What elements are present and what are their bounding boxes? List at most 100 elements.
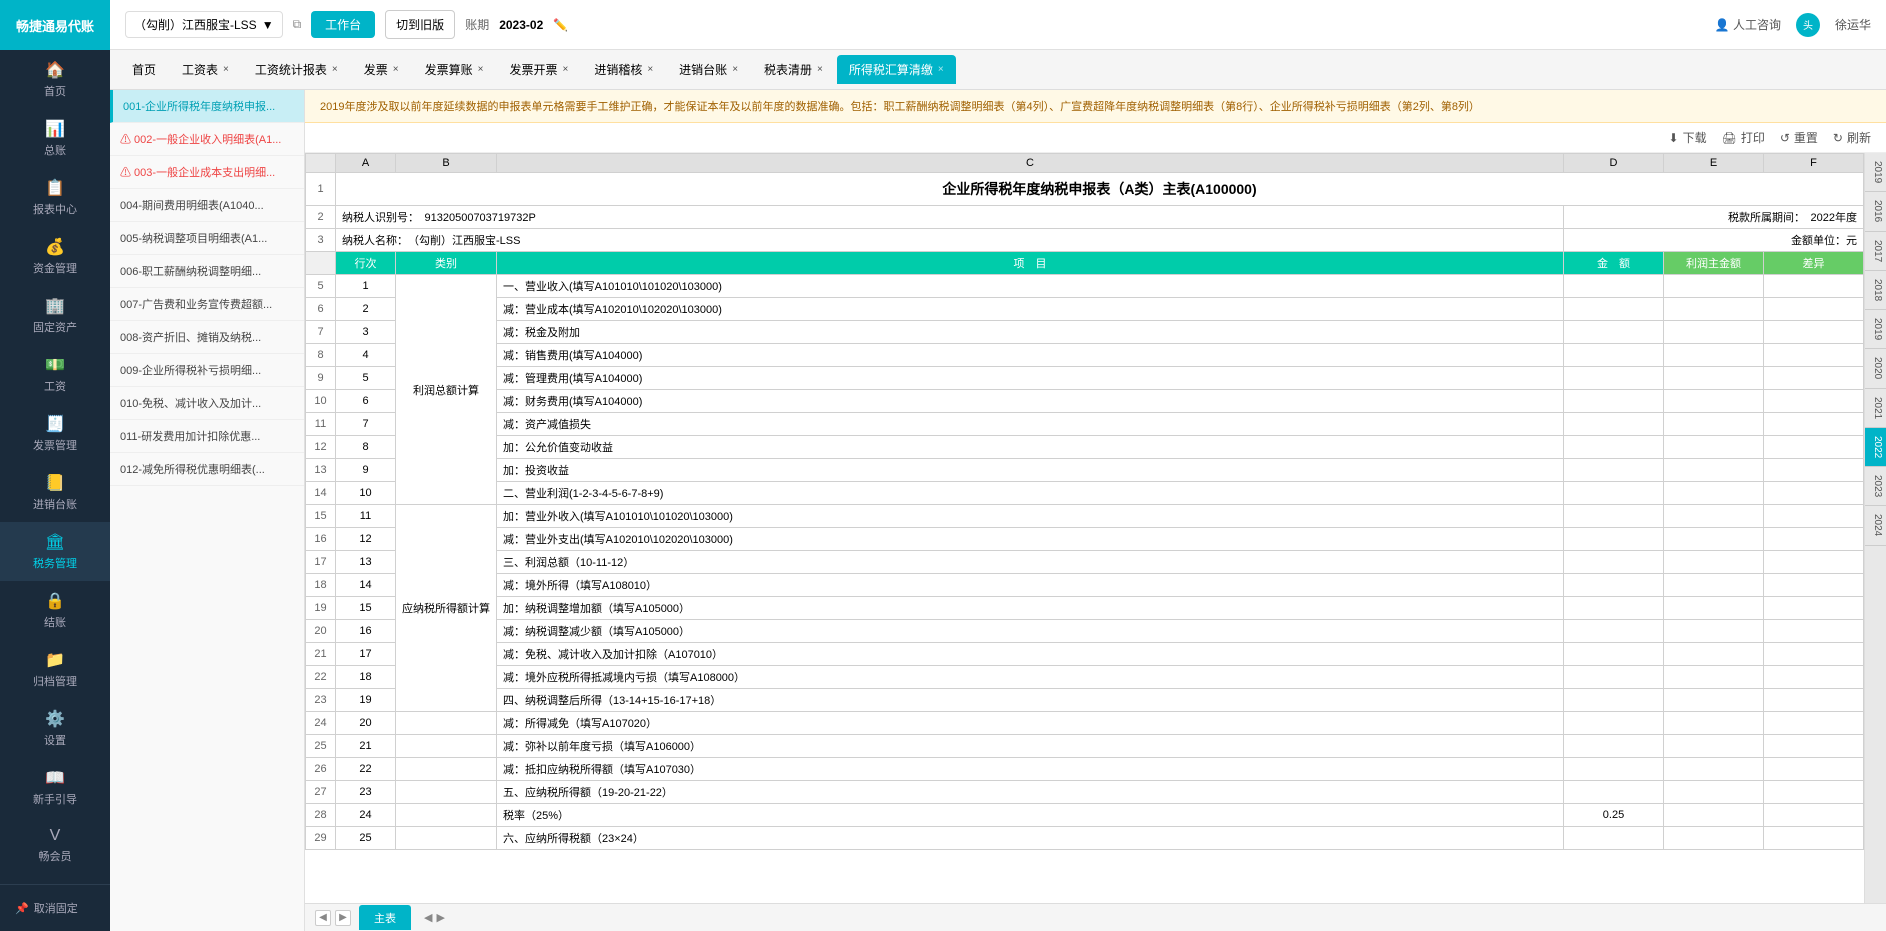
cell-xiangmu[interactable]: 减：免税、减计收入及加计扣除（A107010） bbox=[497, 643, 1564, 666]
cell-quane[interactable] bbox=[1564, 666, 1664, 689]
cell-leibie[interactable] bbox=[396, 781, 497, 804]
cell-quane[interactable] bbox=[1564, 643, 1664, 666]
year-item-2023[interactable]: 2023 bbox=[1865, 467, 1886, 506]
sidebar-item-settings[interactable]: ⚙️设置 bbox=[0, 699, 110, 758]
cell-xuhao[interactable]: 8 bbox=[336, 436, 396, 459]
history-button[interactable]: 切到旧版 bbox=[385, 10, 455, 39]
cell-quane[interactable] bbox=[1564, 712, 1664, 735]
cell-chay[interactable] bbox=[1764, 551, 1864, 574]
year-item-2024[interactable]: 2024 bbox=[1865, 506, 1886, 545]
sidebar-item-guide[interactable]: 📖新手引导 bbox=[0, 758, 110, 817]
cell-lirunquane[interactable] bbox=[1664, 436, 1764, 459]
cell-lirunquane[interactable] bbox=[1664, 528, 1764, 551]
next-sheet-arrow[interactable]: ▶ bbox=[335, 910, 351, 926]
nav-tab-purchase_ledger[interactable]: 进销台账× bbox=[667, 55, 750, 84]
sidebar-item-funds[interactable]: 💰资金管理 bbox=[0, 227, 110, 286]
cell-quane[interactable] bbox=[1564, 689, 1664, 712]
year-item-2016[interactable]: 2016 bbox=[1865, 192, 1886, 231]
cell-quane[interactable] bbox=[1564, 436, 1664, 459]
download-button[interactable]: ⬇ 下载 bbox=[1669, 129, 1707, 146]
cell-leibie[interactable] bbox=[396, 758, 497, 781]
cell-xuhao[interactable]: 22 bbox=[336, 758, 396, 781]
cell-xiangmu[interactable]: 减：营业外支出(填写A102010\102020\103000) bbox=[497, 528, 1564, 551]
cell-lirunquane[interactable] bbox=[1664, 574, 1764, 597]
cell-chay[interactable] bbox=[1764, 528, 1864, 551]
cell-xuhao[interactable]: 20 bbox=[336, 712, 396, 735]
cell-lirunquane[interactable] bbox=[1664, 275, 1764, 298]
sidebar-item-archive[interactable]: 📁归档管理 bbox=[0, 640, 110, 699]
customer-service[interactable]: 👤 人工咨询 bbox=[1715, 16, 1781, 33]
cell-xuhao[interactable]: 1 bbox=[336, 275, 396, 298]
cell-quane[interactable] bbox=[1564, 597, 1664, 620]
cell-xiangmu[interactable]: 减：财务费用(填写A104000) bbox=[497, 390, 1564, 413]
cell-quane[interactable] bbox=[1564, 367, 1664, 390]
cell-xuhao[interactable]: 18 bbox=[336, 666, 396, 689]
cell-xiangmu[interactable]: 减：弥补以前年度亏损（填写A106000） bbox=[497, 735, 1564, 758]
cell-xuhao[interactable]: 16 bbox=[336, 620, 396, 643]
cell-xiangmu[interactable]: 减：纳税调整减少额（填写A105000） bbox=[497, 620, 1564, 643]
cell-xuhao[interactable]: 25 bbox=[336, 827, 396, 850]
cell-chay[interactable] bbox=[1764, 781, 1864, 804]
cell-xuhao[interactable]: 23 bbox=[336, 781, 396, 804]
cell-quane[interactable] bbox=[1564, 505, 1664, 528]
cell-lirunquane[interactable] bbox=[1664, 551, 1764, 574]
cell-xuhao[interactable]: 5 bbox=[336, 367, 396, 390]
cell-chay[interactable] bbox=[1764, 804, 1864, 827]
cell-quane[interactable] bbox=[1564, 298, 1664, 321]
cell-quane[interactable] bbox=[1564, 735, 1664, 758]
cell-chay[interactable] bbox=[1764, 321, 1864, 344]
cell-chay[interactable] bbox=[1764, 459, 1864, 482]
cell-chay[interactable] bbox=[1764, 689, 1864, 712]
cell-xiangmu[interactable]: 加：营业外收入(填写A101010\101020\103000) bbox=[497, 505, 1564, 528]
cell-lirunquane[interactable] bbox=[1664, 482, 1764, 505]
cell-lirunquane[interactable] bbox=[1664, 689, 1764, 712]
cell-xuhao[interactable]: 2 bbox=[336, 298, 396, 321]
cell-lirunquane[interactable] bbox=[1664, 390, 1764, 413]
cell-chay[interactable] bbox=[1764, 275, 1864, 298]
cell-chay[interactable] bbox=[1764, 712, 1864, 735]
table-container[interactable]: A B C D E F 1 企业所得税年度纳税申报表（A类）主表(A100000… bbox=[305, 153, 1864, 903]
report-item-012[interactable]: 012-减免所得税优惠明细表(... bbox=[110, 453, 304, 486]
cell-xiangmu[interactable]: 减：营业成本(填写A102010\102020\103000) bbox=[497, 298, 1564, 321]
year-item-2022[interactable]: 2022 bbox=[1865, 428, 1886, 467]
report-item-005[interactable]: 005-纳税调整项目明细表(A1... bbox=[110, 222, 304, 255]
cell-lirunquane[interactable] bbox=[1664, 459, 1764, 482]
cell-xuhao[interactable]: 10 bbox=[336, 482, 396, 505]
cell-xiangmu[interactable]: 加：公允价值变动收益 bbox=[497, 436, 1564, 459]
tab-close-payroll_stats[interactable]: × bbox=[332, 64, 338, 75]
cell-xuhao[interactable]: 11 bbox=[336, 505, 396, 528]
cell-lirunquane[interactable] bbox=[1664, 666, 1764, 689]
sidebar-item-close[interactable]: 🔒结账 bbox=[0, 581, 110, 640]
cell-lirunquane[interactable] bbox=[1664, 620, 1764, 643]
cell-xiangmu[interactable]: 加：投资收益 bbox=[497, 459, 1564, 482]
cell-lirunquane[interactable] bbox=[1664, 827, 1764, 850]
cell-quane[interactable] bbox=[1564, 620, 1664, 643]
report-item-006[interactable]: 006-职工薪酬纳税调整明细... bbox=[110, 255, 304, 288]
tab-close-purchase_check[interactable]: × bbox=[647, 64, 653, 75]
report-item-003[interactable]: ⚠ 003-一般企业成本支出明细... bbox=[110, 156, 304, 189]
cell-xuhao[interactable]: 17 bbox=[336, 643, 396, 666]
cell-xiangmu[interactable]: 四、纳税调整后所得（13-14+15-16-17+18） bbox=[497, 689, 1564, 712]
copy-icon[interactable]: ⧉ bbox=[293, 17, 302, 32]
cell-lirunquane[interactable] bbox=[1664, 367, 1764, 390]
cell-chay[interactable] bbox=[1764, 482, 1864, 505]
report-item-010[interactable]: 010-免税、减计收入及加计... bbox=[110, 387, 304, 420]
cell-chay[interactable] bbox=[1764, 390, 1864, 413]
cell-quane[interactable] bbox=[1564, 574, 1664, 597]
cell-quane[interactable] bbox=[1564, 459, 1664, 482]
cell-leibie[interactable] bbox=[396, 735, 497, 758]
cell-lirunquane[interactable] bbox=[1664, 321, 1764, 344]
nav-tab-purchase_check[interactable]: 进销稽核× bbox=[582, 55, 665, 84]
cell-xiangmu[interactable]: 减：境外所得（填写A108010） bbox=[497, 574, 1564, 597]
reset-button[interactable]: ↺ 重置 bbox=[1780, 129, 1818, 146]
cell-quane[interactable] bbox=[1564, 551, 1664, 574]
sidebar-item-assets[interactable]: 🏢固定资产 bbox=[0, 286, 110, 345]
cell-xuhao[interactable]: 4 bbox=[336, 344, 396, 367]
cell-xuhao[interactable]: 9 bbox=[336, 459, 396, 482]
cell-quane[interactable] bbox=[1564, 482, 1664, 505]
cell-chay[interactable] bbox=[1764, 597, 1864, 620]
workbench-button[interactable]: 工作台 bbox=[311, 11, 375, 38]
cell-chay[interactable] bbox=[1764, 344, 1864, 367]
cell-lirunquane[interactable] bbox=[1664, 781, 1764, 804]
nav-tab-invoice_open[interactable]: 发票开票× bbox=[497, 55, 580, 84]
